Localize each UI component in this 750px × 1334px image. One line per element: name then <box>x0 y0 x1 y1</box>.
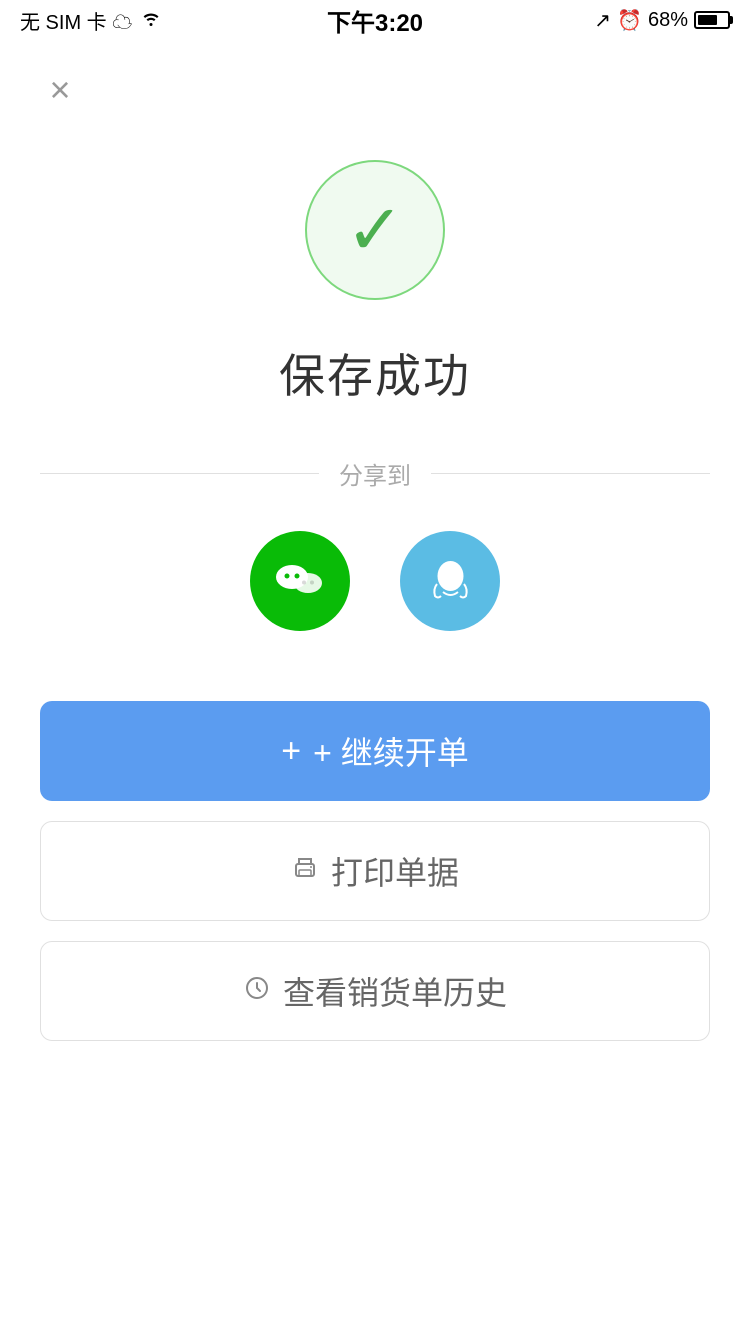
share-label: 分享到 <box>339 456 411 491</box>
main-content: ✓ 保存成功 分享到 <box>0 120 750 1334</box>
close-button[interactable]: × <box>30 60 90 120</box>
success-title: 保存成功 <box>279 340 471 406</box>
action-buttons: + + 继续开单 打印单据 查看销货单历 <box>40 701 710 1041</box>
status-left: 无 SIM 卡 ☁ <box>20 6 162 35</box>
share-divider: 分享到 <box>40 456 710 491</box>
success-circle: ✓ <box>305 160 445 300</box>
alarm-icon: ⏰ <box>617 8 642 33</box>
close-icon: × <box>49 72 70 108</box>
print-label: 打印单据 <box>331 848 459 894</box>
continue-label: + 继续开单 <box>313 728 469 774</box>
share-icons <box>250 531 500 631</box>
battery-icon <box>694 11 730 29</box>
status-bar: 无 SIM 卡 ☁ 下午3:20 ↗ ⏰ 68% <box>0 0 750 40</box>
time-display: 下午3:20 <box>327 3 423 38</box>
continue-button[interactable]: + + 继续开单 <box>40 701 710 801</box>
print-button[interactable]: 打印单据 <box>40 821 710 921</box>
no-sim-label: 无 SIM 卡 ☁ <box>20 6 132 35</box>
checkmark-icon: ✓ <box>346 195 405 265</box>
wechat-icon <box>270 551 330 611</box>
history-label: 查看销货单历史 <box>283 968 507 1014</box>
wifi-icon <box>140 9 162 32</box>
wechat-share-button[interactable] <box>250 531 350 631</box>
divider-right <box>431 473 710 474</box>
qq-icon <box>423 554 478 609</box>
history-icon <box>243 973 271 1010</box>
continue-plus-icon: + <box>281 732 301 771</box>
print-icon <box>291 853 319 890</box>
location-icon: ↗ <box>594 8 611 33</box>
divider-left <box>40 473 319 474</box>
status-right: ↗ ⏰ 68% <box>594 8 730 33</box>
battery-percent: 68% <box>648 9 688 32</box>
history-button[interactable]: 查看销货单历史 <box>40 941 710 1041</box>
qq-share-button[interactable] <box>400 531 500 631</box>
